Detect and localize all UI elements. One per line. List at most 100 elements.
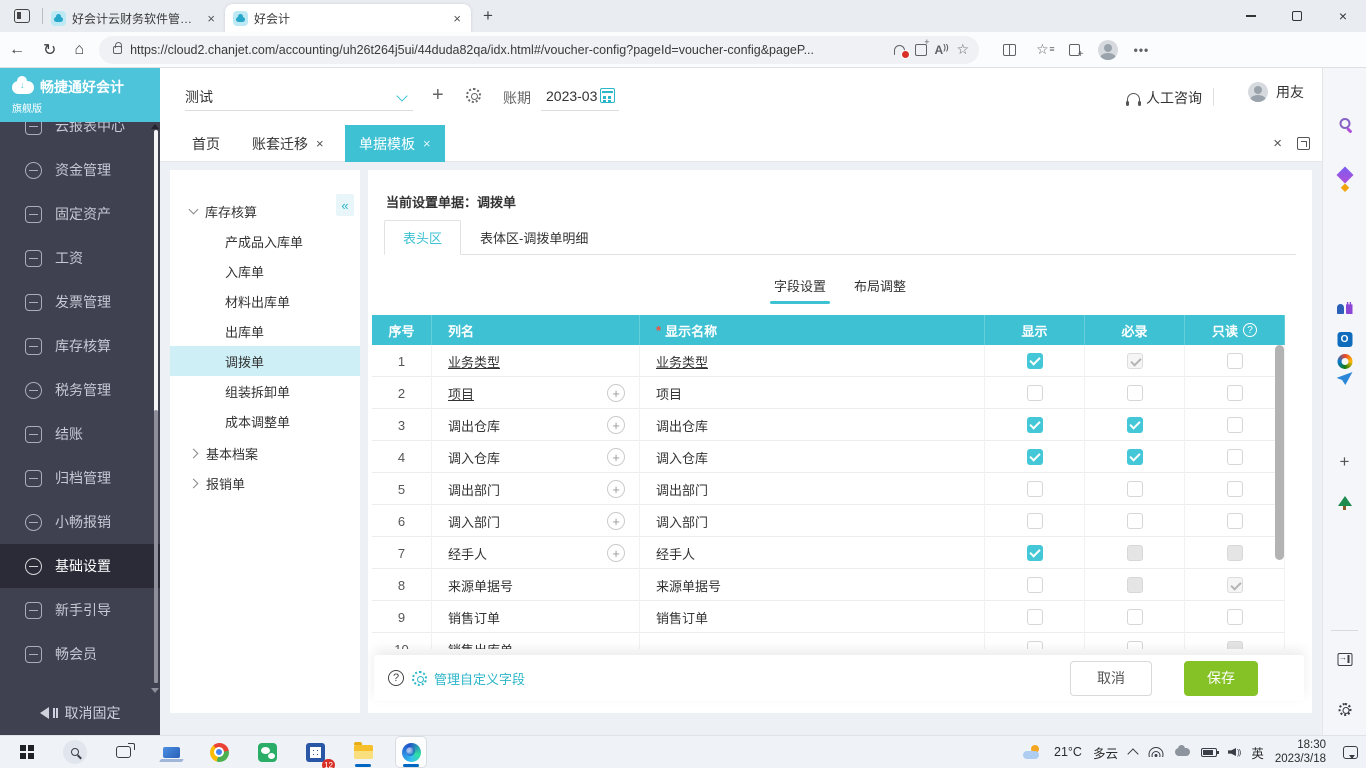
tab-list-icon[interactable] — [14, 9, 30, 23]
required-checkbox[interactable] — [1127, 449, 1143, 465]
add-column-icon[interactable] — [607, 480, 625, 498]
show-checkbox[interactable] — [1027, 577, 1043, 593]
taskbar-pc-icon[interactable] — [156, 737, 186, 767]
wifi-icon[interactable] — [1148, 747, 1164, 757]
url-text[interactable]: https://cloud2.chanjet.com/accounting/uh… — [130, 43, 885, 57]
m365-icon[interactable] — [1337, 354, 1352, 369]
required-checkbox[interactable] — [1127, 545, 1143, 561]
add-account-icon[interactable]: + — [432, 84, 444, 107]
readonly-checkbox[interactable] — [1227, 385, 1243, 401]
sidebar-item-5[interactable]: 库存核算 — [0, 324, 160, 368]
sidebar-item-7[interactable]: 结账 — [0, 412, 160, 456]
weather-temp[interactable]: 21°C — [1054, 745, 1082, 759]
show-checkbox[interactable] — [1027, 545, 1043, 561]
show-checkbox[interactable] — [1027, 641, 1043, 649]
taskbar-search-icon[interactable] — [60, 737, 90, 767]
tree-item-5[interactable]: 组装拆卸单 — [170, 376, 360, 406]
required-checkbox[interactable] — [1127, 513, 1143, 529]
browser-profile-avatar[interactable] — [1098, 40, 1118, 60]
readonly-checkbox[interactable] — [1227, 577, 1243, 593]
taskbar-app-grid-icon[interactable]: 12 — [300, 737, 330, 767]
outlook-icon[interactable] — [1337, 332, 1352, 347]
lock-icon[interactable] — [113, 46, 122, 54]
minimize-button[interactable] — [1228, 0, 1274, 32]
tab-header-area[interactable]: 表头区 — [384, 220, 461, 255]
install-app-icon[interactable] — [915, 44, 927, 56]
show-checkbox[interactable] — [1027, 385, 1043, 401]
required-checkbox[interactable] — [1127, 417, 1143, 433]
help-icon[interactable]: ? — [388, 670, 404, 686]
drop-icon[interactable] — [1337, 372, 1353, 385]
hidden-icons-chevron[interactable] — [1127, 748, 1138, 759]
required-checkbox[interactable] — [1127, 385, 1143, 401]
add-column-icon[interactable] — [607, 544, 625, 562]
home-icon[interactable]: ⌂ — [74, 41, 84, 59]
tree-collapsed-item-0[interactable]: 基本档案 — [170, 438, 360, 468]
tab-close-icon[interactable]: × — [205, 11, 217, 26]
taskbar-wechat-icon[interactable] — [252, 737, 282, 767]
copilot-icon[interactable] — [1336, 167, 1353, 184]
add-icon[interactable] — [1340, 452, 1350, 472]
sidebar-item-9[interactable]: 小畅报销 — [0, 500, 160, 544]
sidebar-item-1[interactable]: 资金管理 — [0, 148, 160, 192]
required-checkbox[interactable] — [1127, 609, 1143, 625]
calendar-icon[interactable] — [600, 88, 615, 103]
onedrive-icon[interactable] — [1175, 748, 1190, 756]
taskbar-chrome-icon[interactable] — [204, 737, 234, 767]
readonly-checkbox[interactable] — [1227, 545, 1243, 561]
account-select[interactable]: 测试 — [185, 87, 213, 107]
sidebar-item-6[interactable]: 税务管理 — [0, 368, 160, 412]
workspace-tab-2[interactable]: 单据模板× — [345, 125, 445, 162]
tab-body-area[interactable]: 表体区-调拨单明细 — [462, 220, 606, 255]
sidebar-item-3[interactable]: 工资 — [0, 236, 160, 280]
fullscreen-icon[interactable] — [1297, 137, 1310, 150]
maximize-button[interactable] — [1274, 0, 1320, 32]
tree-item-3[interactable]: 出库单 — [170, 316, 360, 346]
account-settings-icon[interactable] — [466, 88, 481, 103]
sidebar-settings-icon[interactable] — [1338, 703, 1351, 716]
open-panel-icon[interactable] — [1337, 653, 1352, 666]
sidebar-item-10[interactable]: 基础设置 — [0, 544, 160, 588]
required-checkbox[interactable] — [1127, 481, 1143, 497]
input-language[interactable]: 英 — [1251, 743, 1264, 762]
workspace-tab-1[interactable]: 账套迁移× — [238, 125, 338, 162]
sidebar-item-4[interactable]: 发票管理 — [0, 280, 160, 324]
clock[interactable]: 18:30 2023/3/18 — [1275, 738, 1326, 767]
required-checkbox[interactable] — [1127, 353, 1143, 369]
readonly-checkbox[interactable] — [1227, 481, 1243, 497]
tab-layout-adjust[interactable]: 布局调整 — [854, 276, 906, 304]
sidebar-scrollbar-thumb[interactable] — [154, 410, 158, 683]
show-checkbox[interactable] — [1027, 417, 1043, 433]
tab-field-settings[interactable]: 字段设置 — [774, 276, 826, 304]
chevron-down-icon[interactable] — [396, 90, 407, 101]
tree-item-1[interactable]: 入库单 — [170, 256, 360, 286]
weather-icon[interactable] — [1023, 745, 1043, 759]
browser-tab-1[interactable]: 好会计云财务软件管理系统_会计 × — [43, 4, 225, 32]
window-close-button[interactable]: × — [1320, 0, 1366, 32]
show-checkbox[interactable] — [1027, 513, 1043, 529]
readonly-checkbox[interactable] — [1227, 609, 1243, 625]
period-value[interactable]: 2023-03 — [546, 88, 597, 104]
readonly-checkbox[interactable] — [1227, 353, 1243, 369]
sidebar-item-8[interactable]: 归档管理 — [0, 456, 160, 500]
weather-desc[interactable]: 多云 — [1093, 743, 1118, 762]
browser-menu-icon[interactable]: ••• — [1134, 43, 1150, 57]
tree-icon[interactable] — [1338, 489, 1352, 506]
tree-collapsed-item-1[interactable]: 报销单 — [170, 468, 360, 498]
taskbar-task-view-icon[interactable] — [108, 737, 138, 767]
add-column-icon[interactable] — [607, 384, 625, 402]
workspace-tab-0[interactable]: 首页 — [178, 125, 234, 162]
scroll-down-icon[interactable] — [151, 688, 159, 697]
taskbar-start-icon[interactable] — [12, 737, 42, 767]
close-all-icon[interactable]: × — [1273, 135, 1282, 152]
favorites-icon[interactable]: ☆ — [1036, 41, 1049, 58]
sidebar-item-11[interactable]: 新手引导 — [0, 588, 160, 632]
taskbar-edge-icon[interactable] — [396, 737, 426, 767]
battery-icon[interactable] — [1201, 748, 1217, 757]
address-bar[interactable]: https://cloud2.chanjet.com/accounting/uh… — [99, 36, 979, 64]
show-checkbox[interactable] — [1027, 449, 1043, 465]
add-column-icon[interactable] — [607, 416, 625, 434]
tree-item-6[interactable]: 成本调整单 — [170, 406, 360, 436]
scroll-up-icon[interactable] — [151, 120, 159, 129]
volume-icon[interactable] — [1228, 748, 1240, 757]
